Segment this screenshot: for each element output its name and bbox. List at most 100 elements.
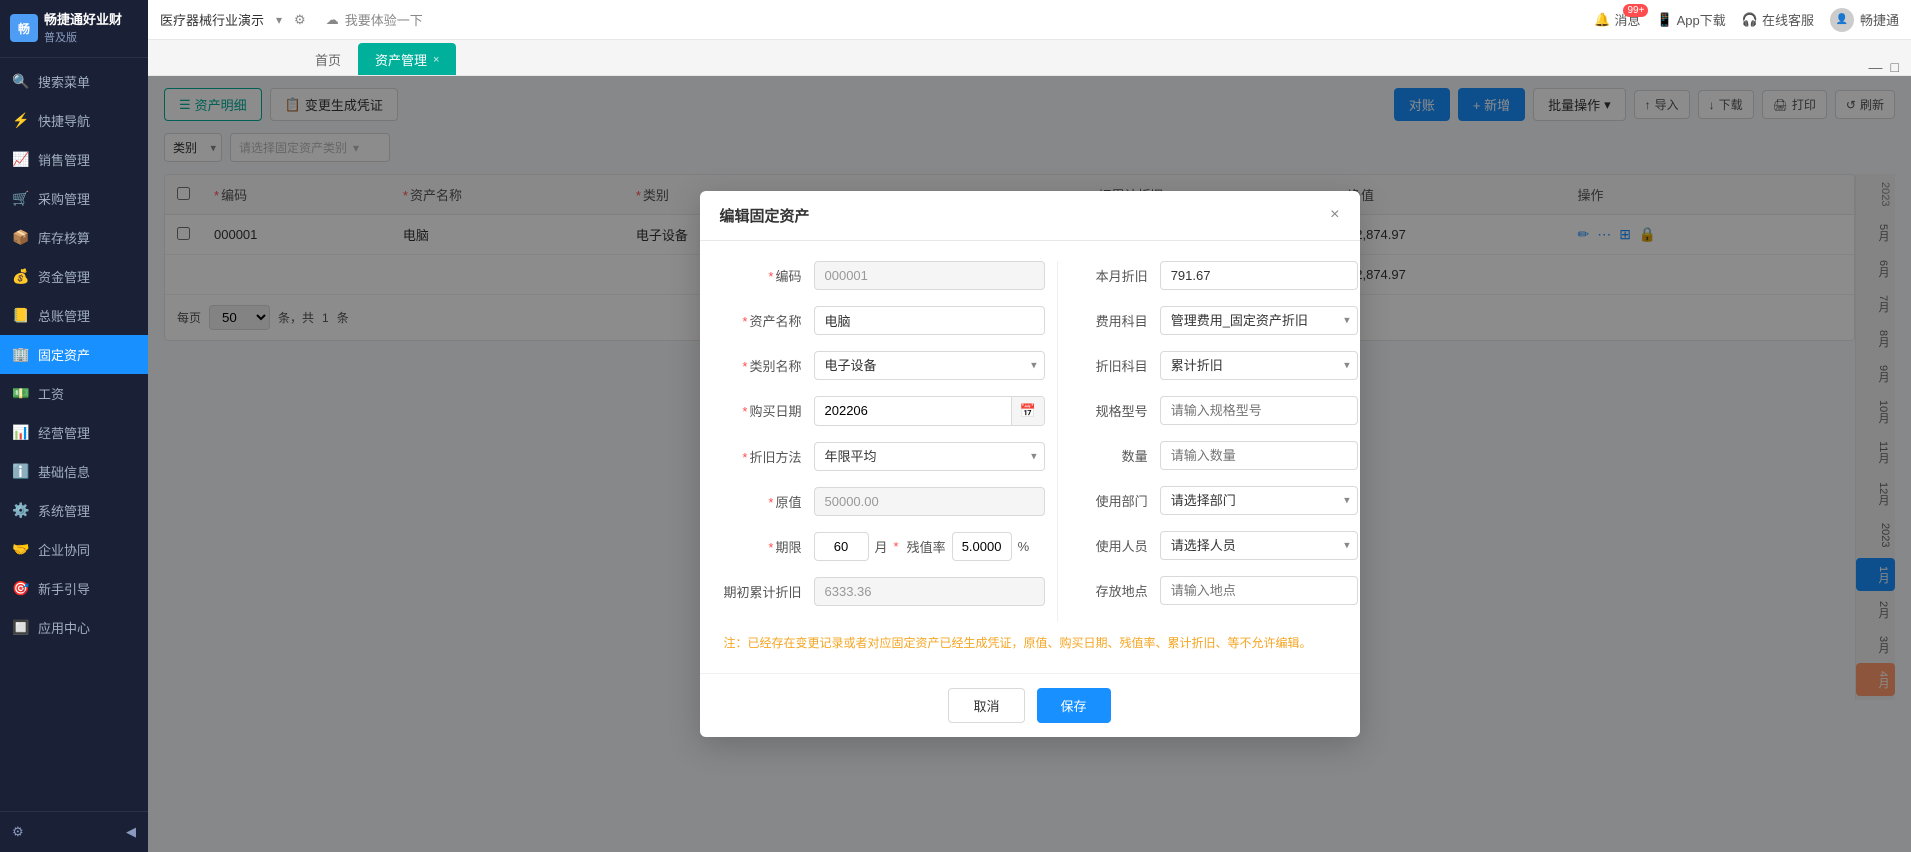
modal-footer: 取消 保存 <box>700 673 1360 737</box>
depreciation-subject-wrapper[interactable]: 累计折旧 <box>1160 351 1358 380</box>
depreciation-subject-select[interactable]: 累计折旧 <box>1160 351 1358 380</box>
form-note: 注：已经存在变更记录或者对应固定资产已经生成凭证，原值、购买日期、残值率、累计折… <box>724 626 1336 653</box>
sidebar-item-总账管理[interactable]: 📒总账管理 <box>0 296 148 335</box>
window-controls: — □ <box>1857 59 1911 75</box>
settings-icon[interactable]: ⚙ <box>8 820 28 844</box>
tab-asset-management[interactable]: 资产管理 × <box>358 43 456 75</box>
sidebar-item-资金管理[interactable]: 💰资金管理 <box>0 257 148 296</box>
nav-icon-1: ⚡ <box>12 111 30 129</box>
depreciation-subject-label: 折旧科目 <box>1070 356 1160 375</box>
modal-header: 编辑固定资产 × <box>700 191 1360 241</box>
residual-rate-input[interactable] <box>952 532 1012 561</box>
sidebar-item-工资[interactable]: 💵 工资 <box>0 374 148 413</box>
sidebar-item-新手引导[interactable]: 🎯新手引导 <box>0 569 148 608</box>
notification-btn[interactable]: 🔔 消息 99+ <box>1594 10 1640 29</box>
monthly-depreciation-input[interactable] <box>1160 261 1358 290</box>
category-select-input[interactable]: 电子设备 <box>814 351 1045 380</box>
original-value-input[interactable] <box>814 487 1045 516</box>
service-btn[interactable]: 🎧 在线客服 <box>1742 10 1814 29</box>
sidebar-item-销售管理[interactable]: 📈销售管理 <box>0 140 148 179</box>
depreciation-method-row: *折旧方法 年限平均 <box>724 442 1045 471</box>
nav-label-12: 企业协同 <box>38 540 90 559</box>
code-row: *编码 <box>724 261 1045 290</box>
sidebar-item-企业协同[interactable]: 🤝 企业协同 <box>0 530 148 569</box>
category-label: *类别名称 <box>724 356 814 375</box>
nav-icon-12: 🤝 <box>12 540 30 558</box>
sidebar-item-库存核算[interactable]: 📦库存核算 <box>0 218 148 257</box>
sidebar-header: 畅 畅捷通好业财 普及版 <box>0 0 148 58</box>
sidebar-item-应用中心[interactable]: 🔲应用中心 <box>0 608 148 647</box>
name-input[interactable] <box>814 306 1045 335</box>
period-input[interactable] <box>814 532 869 561</box>
depreciation-method-select[interactable]: 年限平均 <box>814 442 1045 471</box>
nav-label-7: 固定资产 <box>38 345 90 364</box>
sidebar-item-快捷导航[interactable]: ⚡快捷导航 <box>0 101 148 140</box>
initial-depreciation-input[interactable] <box>814 577 1045 606</box>
category-select-form[interactable]: 电子设备 <box>814 351 1045 380</box>
minimize-icon[interactable]: — <box>1869 59 1883 75</box>
initial-depreciation-row: 期初累计折旧 <box>724 577 1045 606</box>
user-select[interactable]: 请选择人员 <box>1160 531 1358 560</box>
sidebar-item-系统管理[interactable]: ⚙️ 系统管理 <box>0 491 148 530</box>
quantity-input[interactable] <box>1160 441 1358 470</box>
nav-icon-0: 🔍 <box>12 72 30 90</box>
user-btn[interactable]: 👤 畅捷通 <box>1830 8 1899 32</box>
calendar-icon[interactable]: 📅 <box>1011 397 1044 425</box>
form-grid: *编码 *资产名称 <box>724 261 1336 622</box>
sidebar-item-固定资产[interactable]: 🏢固定资产 <box>0 335 148 374</box>
purchase-date-input-wrapper: 📅 <box>814 396 1045 426</box>
industry-dropdown-icon[interactable]: ▾ <box>276 13 282 27</box>
edit-asset-modal: 编辑固定资产 × *编码 <box>700 191 1360 737</box>
expense-subject-wrapper[interactable]: 管理费用_固定资产折旧 <box>1160 306 1358 335</box>
topbar-settings-icon[interactable]: ⚙ <box>294 12 306 28</box>
nav-label-14: 应用中心 <box>38 618 90 637</box>
code-label: *编码 <box>724 266 814 285</box>
sidebar-item-采购管理[interactable]: 🛒 采购管理 <box>0 179 148 218</box>
expense-subject-label: 费用科目 <box>1070 311 1160 330</box>
depreciation-method-wrapper[interactable]: 年限平均 <box>814 442 1045 471</box>
nav-label-13: 新手引导 <box>38 579 90 598</box>
purchase-date-input[interactable] <box>815 397 1011 424</box>
user-wrapper[interactable]: 请选择人员 <box>1160 531 1358 560</box>
nav-label-10: 基础信息 <box>38 462 90 481</box>
nav-label-6: 总账管理 <box>38 306 90 325</box>
nav-label-3: 采购管理 <box>38 189 90 208</box>
save-btn[interactable]: 保存 <box>1037 688 1111 723</box>
name-row: *资产名称 <box>724 306 1045 335</box>
spec-input[interactable] <box>1160 396 1358 425</box>
nav-icon-3: 🛒 <box>12 189 30 207</box>
expense-subject-select[interactable]: 管理费用_固定资产折旧 <box>1160 306 1358 335</box>
quantity-row: 数量 <box>1070 441 1358 470</box>
nav-icon-2: 📈 <box>12 150 30 168</box>
nav-label-11: 系统管理 <box>38 501 90 520</box>
nav-label-9: 经营管理 <box>38 423 90 442</box>
nav-label-8: 工资 <box>38 384 64 403</box>
modal-close-btn[interactable]: × <box>1330 206 1339 224</box>
download-btn[interactable]: 📱 App下载 <box>1656 10 1725 29</box>
department-wrapper[interactable]: 请选择部门 <box>1160 486 1358 515</box>
department-select[interactable]: 请选择部门 <box>1160 486 1358 515</box>
nav-icon-8: 💵 <box>12 384 30 402</box>
nav-label-4: 库存核算 <box>38 228 90 247</box>
tab-home[interactable]: 首页 <box>298 43 358 75</box>
form-right-col: 本月折旧 费用科目 <box>1058 261 1358 622</box>
service-icon: 🎧 <box>1742 12 1758 28</box>
location-input[interactable] <box>1160 576 1358 605</box>
sidebar-item-搜索菜单[interactable]: 🔍搜索菜单 <box>0 62 148 101</box>
cancel-btn[interactable]: 取消 <box>948 688 1024 723</box>
modal-title: 编辑固定资产 <box>720 205 810 226</box>
logo-icon: 畅 <box>10 14 38 42</box>
tab-close-icon[interactable]: × <box>433 54 439 66</box>
collapse-icon[interactable]: ◀ <box>122 820 140 844</box>
sidebar-item-经营管理[interactable]: 📊经营管理 <box>0 413 148 452</box>
maximize-icon[interactable]: □ <box>1891 59 1899 75</box>
industry-title: 医疗器械行业演示 <box>160 10 264 29</box>
bell-icon: 🔔 <box>1594 12 1610 28</box>
sidebar-item-基础信息[interactable]: ℹ️基础信息 <box>0 452 148 491</box>
avatar: 👤 <box>1830 8 1854 32</box>
nav-icon-11: ⚙️ <box>12 501 30 519</box>
cloud-icon: ☁ <box>326 12 339 28</box>
experience-btn[interactable]: ☁ 我要体验一下 <box>326 10 423 29</box>
depreciation-subject-row: 折旧科目 累计折旧 <box>1070 351 1358 380</box>
code-input[interactable] <box>814 261 1045 290</box>
